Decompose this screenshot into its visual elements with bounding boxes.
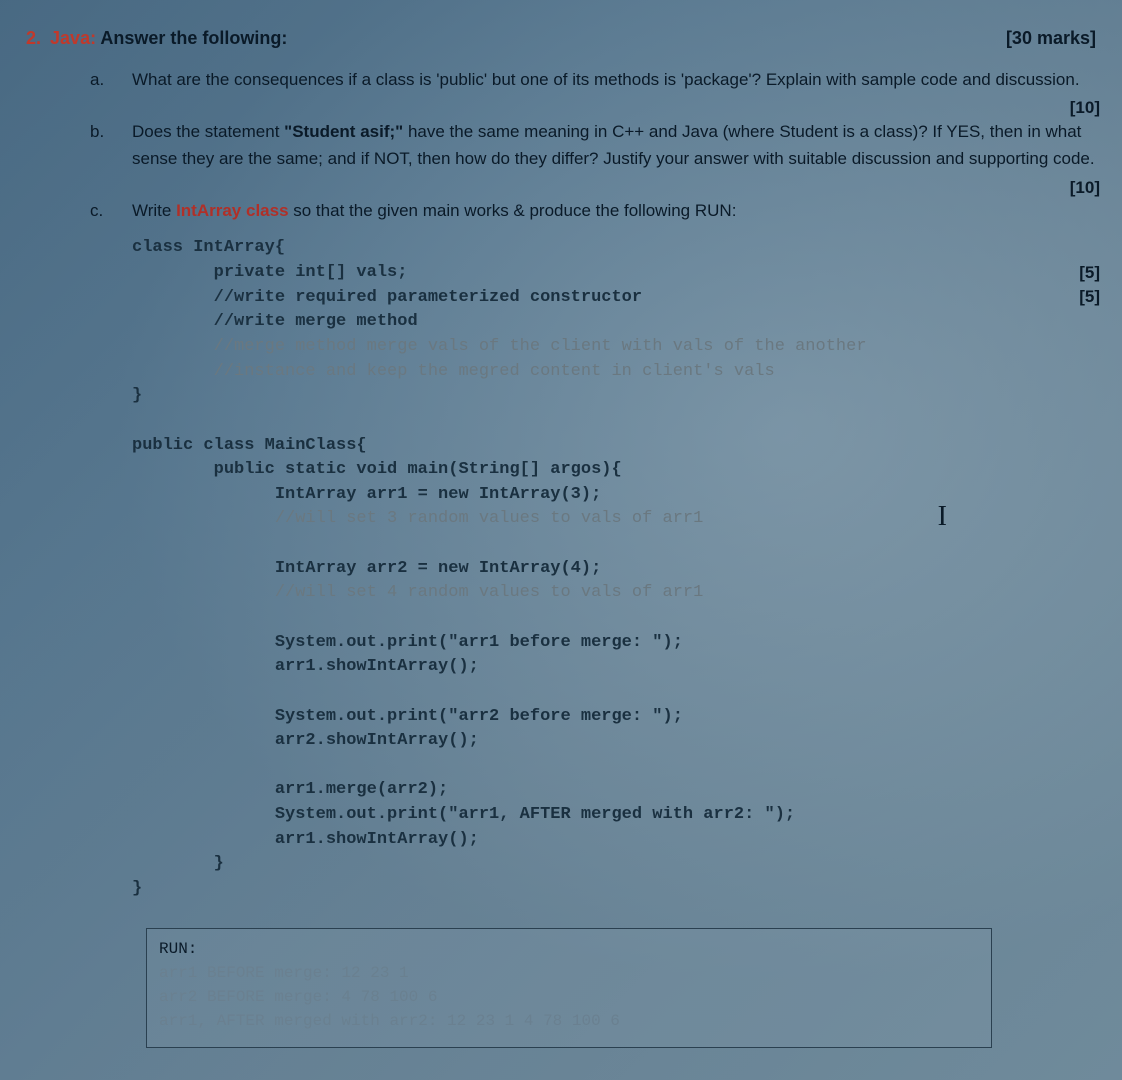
sub-body-b: Does the statement "Student asif;" have … — [132, 119, 1096, 172]
subquestion-c: c. Write IntArray class so that the give… — [90, 198, 1096, 902]
run-line-3: arr1, AFTER merged with arr2: 12 23 1 4 … — [159, 1012, 620, 1030]
question-topic: Java: — [50, 28, 96, 48]
code-l17: System.out.print("arr1 before merge: "); — [132, 633, 683, 652]
code-l06: //instance and keep the megred content i… — [132, 362, 775, 381]
total-marks: [30 marks] — [1006, 28, 1096, 49]
sub-c-marks1: [5] — [1079, 260, 1100, 286]
code-l26: } — [132, 854, 224, 873]
code-l11: IntArray arr1 = new IntArray(3); — [132, 485, 601, 504]
code-l18: arr1.showIntArray(); — [132, 657, 479, 676]
sub-b-prefix: Does the statement — [132, 122, 284, 141]
sub-a-marks: [10] — [1070, 95, 1100, 121]
sub-label-b: b. — [90, 119, 112, 172]
exam-page: 2. Java: Answer the following: [30 marks… — [0, 0, 1122, 1068]
run-output-box: RUN: arr1 BEFORE merge: 12 23 1 arr2 BEF… — [146, 928, 992, 1048]
run-line-2: arr2 BEFORE merge: 4 78 100 6 — [159, 988, 437, 1006]
question-header: 2. Java: Answer the following: [30 marks… — [26, 28, 1096, 49]
code-l09: public class MainClass{ — [132, 436, 367, 455]
sub-c-classname: IntArray class — [176, 201, 288, 220]
code-l04: //write merge method — [132, 312, 418, 331]
code-l27: } — [132, 879, 142, 898]
code-l14: IntArray arr2 = new IntArray(4); — [132, 559, 601, 578]
code-l25: arr1.showIntArray(); — [132, 830, 479, 849]
run-title: RUN: — [159, 940, 197, 958]
question-title: 2. Java: Answer the following: — [26, 28, 287, 49]
code-l20: System.out.print("arr2 before merge: "); — [132, 707, 683, 726]
code-l21: arr2.showIntArray(); — [132, 731, 479, 750]
sub-label-a: a. — [90, 67, 112, 93]
question-number: 2. — [26, 28, 41, 48]
sub-b-quote: "Student asif;" — [284, 122, 403, 141]
code-l12: //will set 3 random values to vals of ar… — [132, 509, 703, 528]
code-l15: //will set 4 random values to vals of ar… — [132, 583, 703, 602]
question-rest: Answer the following: — [96, 28, 287, 48]
code-l03: //write required parameterized construct… — [132, 288, 642, 307]
code-l05: //merge method merge vals of the client … — [132, 337, 867, 356]
sub-body-c: Write IntArray class so that the given m… — [132, 198, 1096, 902]
code-l23: arr1.merge(arr2); — [132, 780, 448, 799]
run-line-1: arr1 BEFORE merge: 12 23 1 — [159, 964, 409, 982]
code-l10: public static void main(String[] argos){ — [132, 460, 622, 479]
sub-body-a: What are the consequences if a class is … — [132, 67, 1096, 93]
code-block: class IntArray{ private int[] vals; //wr… — [132, 236, 1096, 901]
subquestion-a: a. What are the consequences if a class … — [90, 67, 1096, 93]
sub-a-text: What are the consequences if a class is … — [132, 70, 1080, 89]
code-l01: class IntArray{ — [132, 238, 285, 257]
sub-label-c: c. — [90, 198, 112, 902]
subquestion-list: a. What are the consequences if a class … — [90, 67, 1096, 902]
code-l02: private int[] vals; — [132, 263, 407, 282]
sub-c-prefix: Write — [132, 201, 176, 220]
sub-c-marks2: [5] — [1079, 284, 1100, 310]
subquestion-b: b. Does the statement "Student asif;" ha… — [90, 119, 1096, 172]
code-l24: System.out.print("arr1, AFTER merged wit… — [132, 805, 795, 824]
sub-c-suffix: so that the given main works & produce t… — [289, 201, 737, 220]
code-l07: } — [132, 386, 142, 405]
